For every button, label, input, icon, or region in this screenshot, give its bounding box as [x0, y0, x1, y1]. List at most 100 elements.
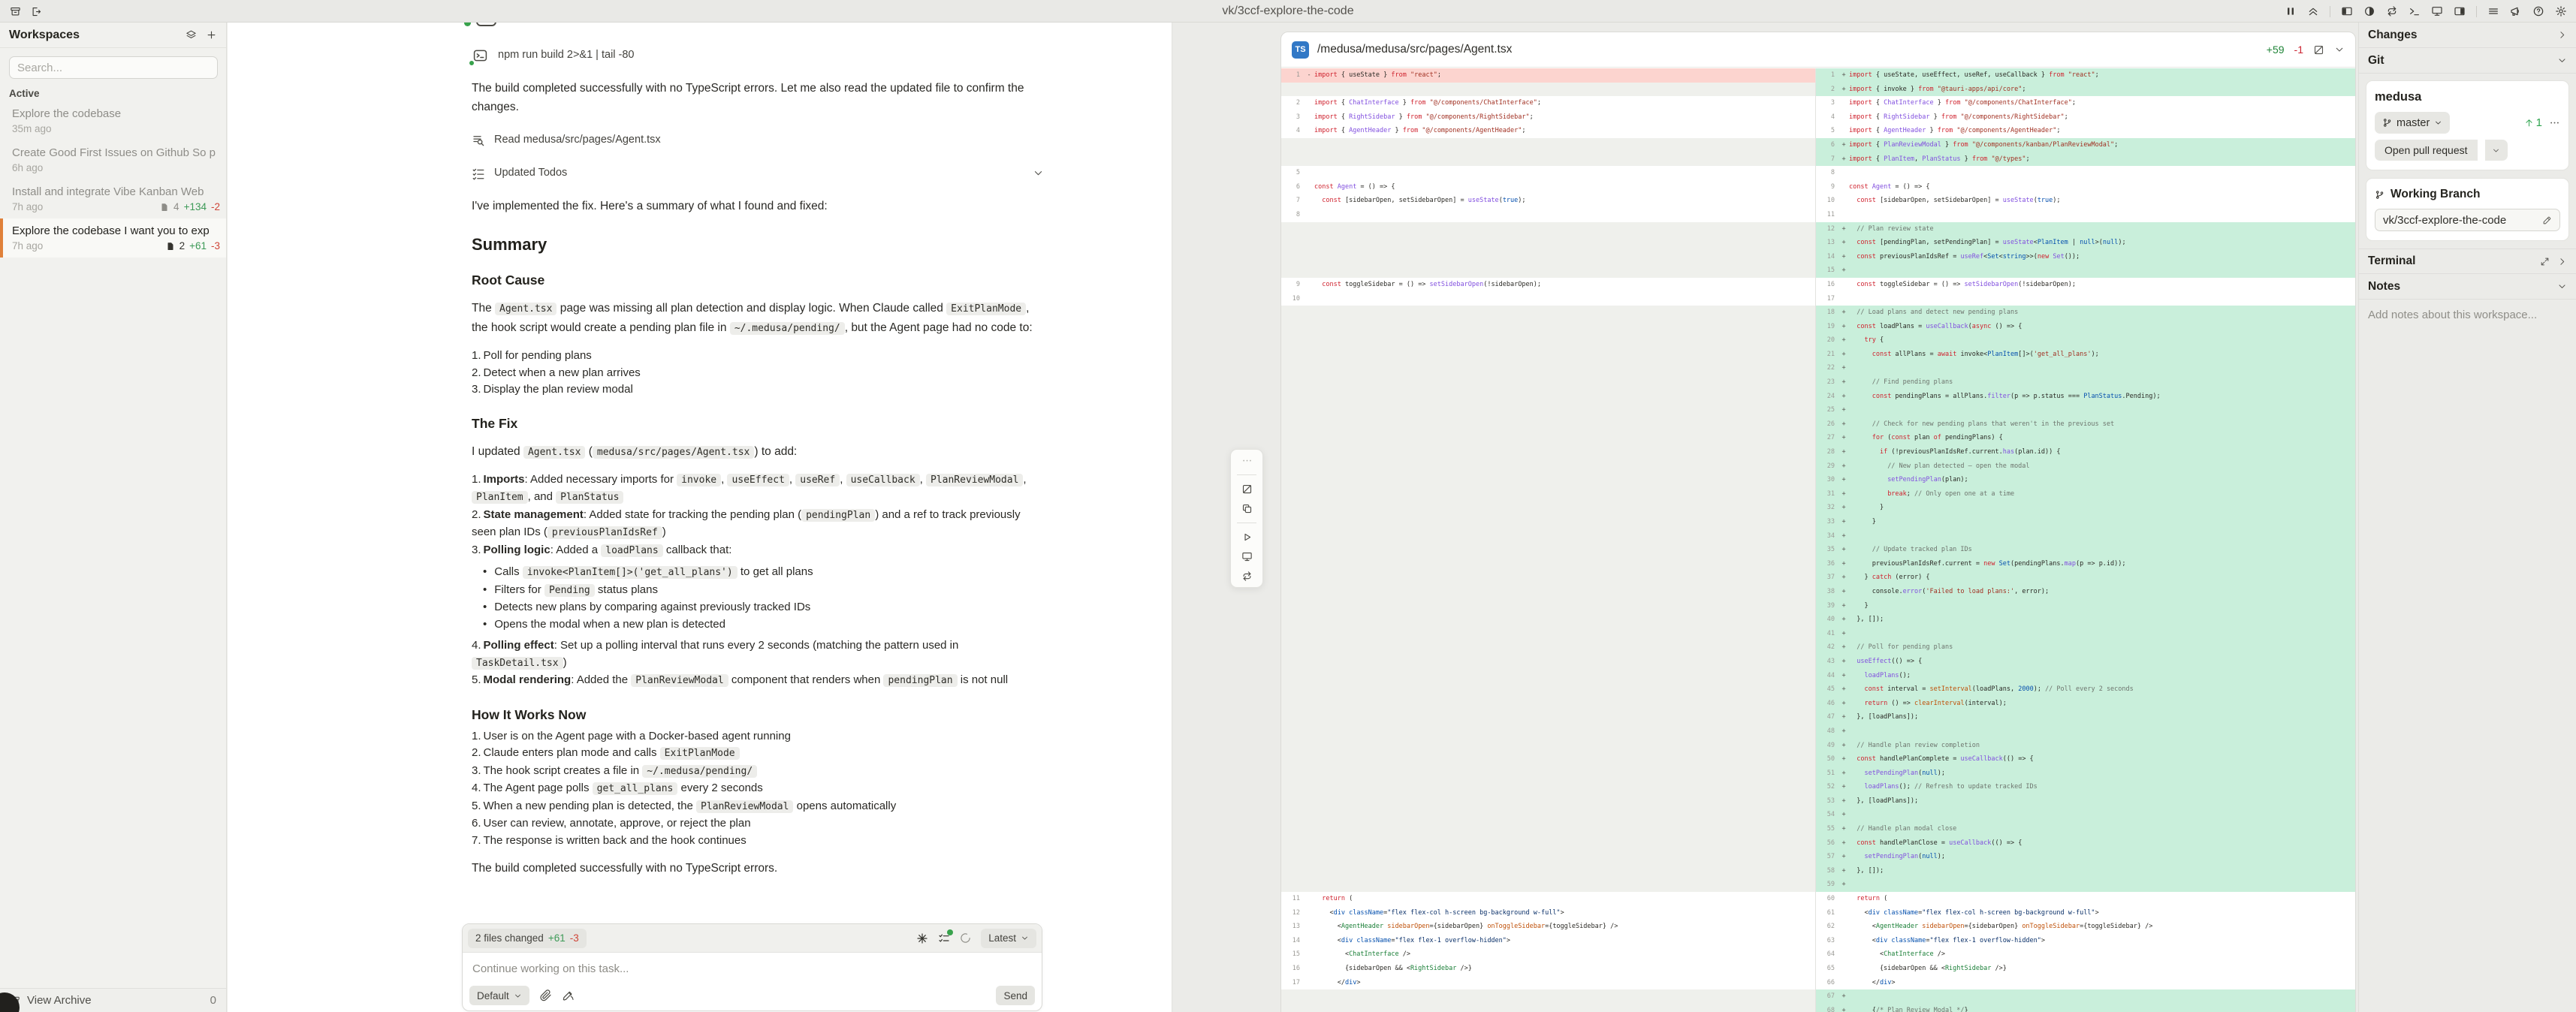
mode-dropdown[interactable]: Default — [469, 986, 529, 1005]
panel-right-icon[interactable] — [2454, 5, 2466, 17]
display-icon[interactable] — [2431, 5, 2443, 17]
open-pr-button[interactable]: Open pull request — [2375, 140, 2478, 161]
repo-card: medusa master 1 Open pull request — [2366, 80, 2569, 170]
tool-call-read[interactable]: Read medusa/src/pages/Agent.tsx — [472, 131, 1044, 149]
layers-icon[interactable] — [186, 29, 197, 41]
inline-code: PlanReviewModal — [926, 474, 1023, 486]
assistant-paragraph: The build completed successfully with no… — [472, 859, 1044, 878]
line-number: 49 — [1816, 739, 1838, 753]
files-changed-chip[interactable]: 2 files changed +61 -3 — [468, 929, 587, 948]
diff-line: 16 {sidebarOpen && <RightSidebar />} — [1281, 962, 1815, 976]
contrast-icon[interactable] — [2363, 5, 2375, 17]
composer-input[interactable]: Continue working on this task... — [463, 953, 1042, 975]
tool-call-terminal[interactable]: npm run build 2>&1 | tail -80 — [472, 46, 1044, 65]
line-number: 44 — [1816, 669, 1838, 683]
line-number: 8 — [1816, 166, 1838, 180]
line-number: 39 — [1816, 599, 1838, 613]
branch-dropdown[interactable]: master — [2375, 112, 2450, 134]
pr-options-button[interactable] — [2485, 140, 2508, 161]
ahead-count[interactable]: 1 — [2524, 116, 2542, 129]
settings-icon[interactable] — [2555, 5, 2567, 17]
attach-icon[interactable] — [540, 989, 552, 1001]
window-controls — [10, 0, 42, 23]
dots-icon[interactable] — [1241, 455, 1253, 466]
line-number: 3 — [1281, 110, 1304, 125]
tool-call-todos[interactable]: Updated Todos — [472, 164, 1044, 182]
terminal-prompt-icon[interactable] — [2409, 5, 2421, 17]
workspaces-title: Workspaces — [9, 29, 80, 42]
subsection-heading: How It Works Now — [472, 706, 1044, 724]
line-number: 15 — [1816, 264, 1838, 278]
diff-line: 48+ — [1815, 724, 2355, 739]
diff-split-view: 1-import { useState } from "react";1+imp… — [1281, 68, 2355, 1012]
line-number: 51 — [1816, 767, 1838, 781]
search-input[interactable] — [9, 56, 218, 79]
terminal-section-header[interactable]: Terminal — [2359, 248, 2576, 274]
send-button[interactable]: Send — [996, 986, 1035, 1005]
help-icon[interactable] — [2532, 5, 2544, 17]
diff-spacer — [1281, 138, 1815, 152]
expand-icon[interactable] — [2540, 257, 2550, 267]
pen-icon[interactable] — [563, 989, 575, 1001]
sign-out-icon[interactable] — [31, 6, 42, 17]
line-number: 45 — [1816, 682, 1838, 697]
diff-spacer — [1281, 864, 1815, 878]
git-compare-icon[interactable] — [1241, 571, 1253, 582]
add-workspace-icon[interactable] — [206, 29, 217, 41]
display-icon[interactable] — [1241, 551, 1253, 562]
notes-placeholder[interactable]: Add notes about this workspace... — [2359, 300, 2576, 330]
more-actions-icon[interactable] — [2549, 117, 2560, 128]
notes-section-header[interactable]: Notes — [2359, 274, 2576, 300]
panel-left-icon[interactable] — [2341, 5, 2353, 17]
diff-spacer — [1281, 640, 1815, 655]
diff-line: 17 </div> — [1281, 976, 1815, 990]
chevron-right-icon — [2557, 30, 2567, 40]
megaphone-icon[interactable] — [2510, 5, 2522, 17]
line-number: 62 — [1816, 920, 1838, 934]
workspace-item[interactable]: Explore the codebase I want you to exp7h… — [0, 218, 226, 258]
line-number: 7 — [1281, 194, 1304, 208]
composer-toolbar: 2 files changed +61 -3 Latest — [463, 924, 1042, 953]
pause-icon[interactable] — [2285, 5, 2297, 17]
git-section-header[interactable]: Git — [2359, 48, 2576, 74]
line-number: 65 — [1816, 962, 1838, 976]
play-icon[interactable] — [1241, 532, 1253, 543]
assistant-paragraph: The Agent.tsx page was missing all plan … — [472, 299, 1044, 338]
workspace-item[interactable]: Create Good First Issues on Github So p6… — [0, 140, 226, 179]
archive-icon[interactable] — [10, 6, 21, 17]
ordered-list: 1.User is on the Agent page with a Docke… — [472, 728, 1044, 850]
copy-icon[interactable] — [1241, 503, 1253, 514]
git-compare-icon[interactable] — [2386, 5, 2398, 17]
view-archive-button[interactable]: View Archive 0 — [0, 988, 226, 1012]
additions: +134 — [184, 201, 207, 212]
diff-line: 12 <div className="flex flex-col h-scree… — [1281, 906, 1815, 920]
diff-display-mode-icon[interactable] — [2313, 44, 2324, 56]
read-doc-icon — [472, 134, 485, 147]
diff-spacer — [1281, 697, 1815, 711]
diff-line: 7 const [sidebarOpen, setSidebarOpen] = … — [1281, 194, 1815, 208]
collapse-file-icon[interactable] — [2334, 44, 2345, 55]
workspace-item[interactable]: Install and integrate Vibe Kanban Web7h … — [0, 179, 226, 218]
line-number: 16 — [1281, 962, 1304, 976]
chevron-down-icon[interactable] — [1033, 167, 1044, 179]
latest-dropdown[interactable]: Latest — [981, 929, 1036, 948]
changes-section-header[interactable]: Changes — [2359, 23, 2576, 48]
deletions: -3 — [211, 240, 220, 251]
diff-line: 54+ — [1815, 808, 2355, 822]
line-number: 22 — [1816, 361, 1838, 375]
active-section-label: Active — [9, 88, 217, 99]
composer: 2 files changed +61 -3 Latest — [462, 923, 1042, 1011]
line-number: 23 — [1816, 375, 1838, 390]
diff-line: 23+ // Find pending plans — [1815, 375, 2355, 390]
diff-line: 5 — [1281, 166, 1815, 180]
spark-icon[interactable] — [916, 932, 928, 944]
menu-icon[interactable] — [2487, 5, 2499, 17]
diff-line: 53+ }, [loadPlans]); — [1815, 794, 2355, 809]
working-branch-input[interactable]: vk/3ccf-explore-the-code — [2375, 209, 2560, 231]
image-off-icon[interactable] — [1241, 483, 1253, 495]
branch-name: master — [2397, 117, 2430, 129]
todos-indicator[interactable] — [938, 932, 950, 944]
collapse-up-icon[interactable] — [2307, 5, 2319, 17]
line-number: 54 — [1816, 808, 1838, 822]
workspace-item[interactable]: Explore the codebase35m ago — [0, 101, 226, 140]
